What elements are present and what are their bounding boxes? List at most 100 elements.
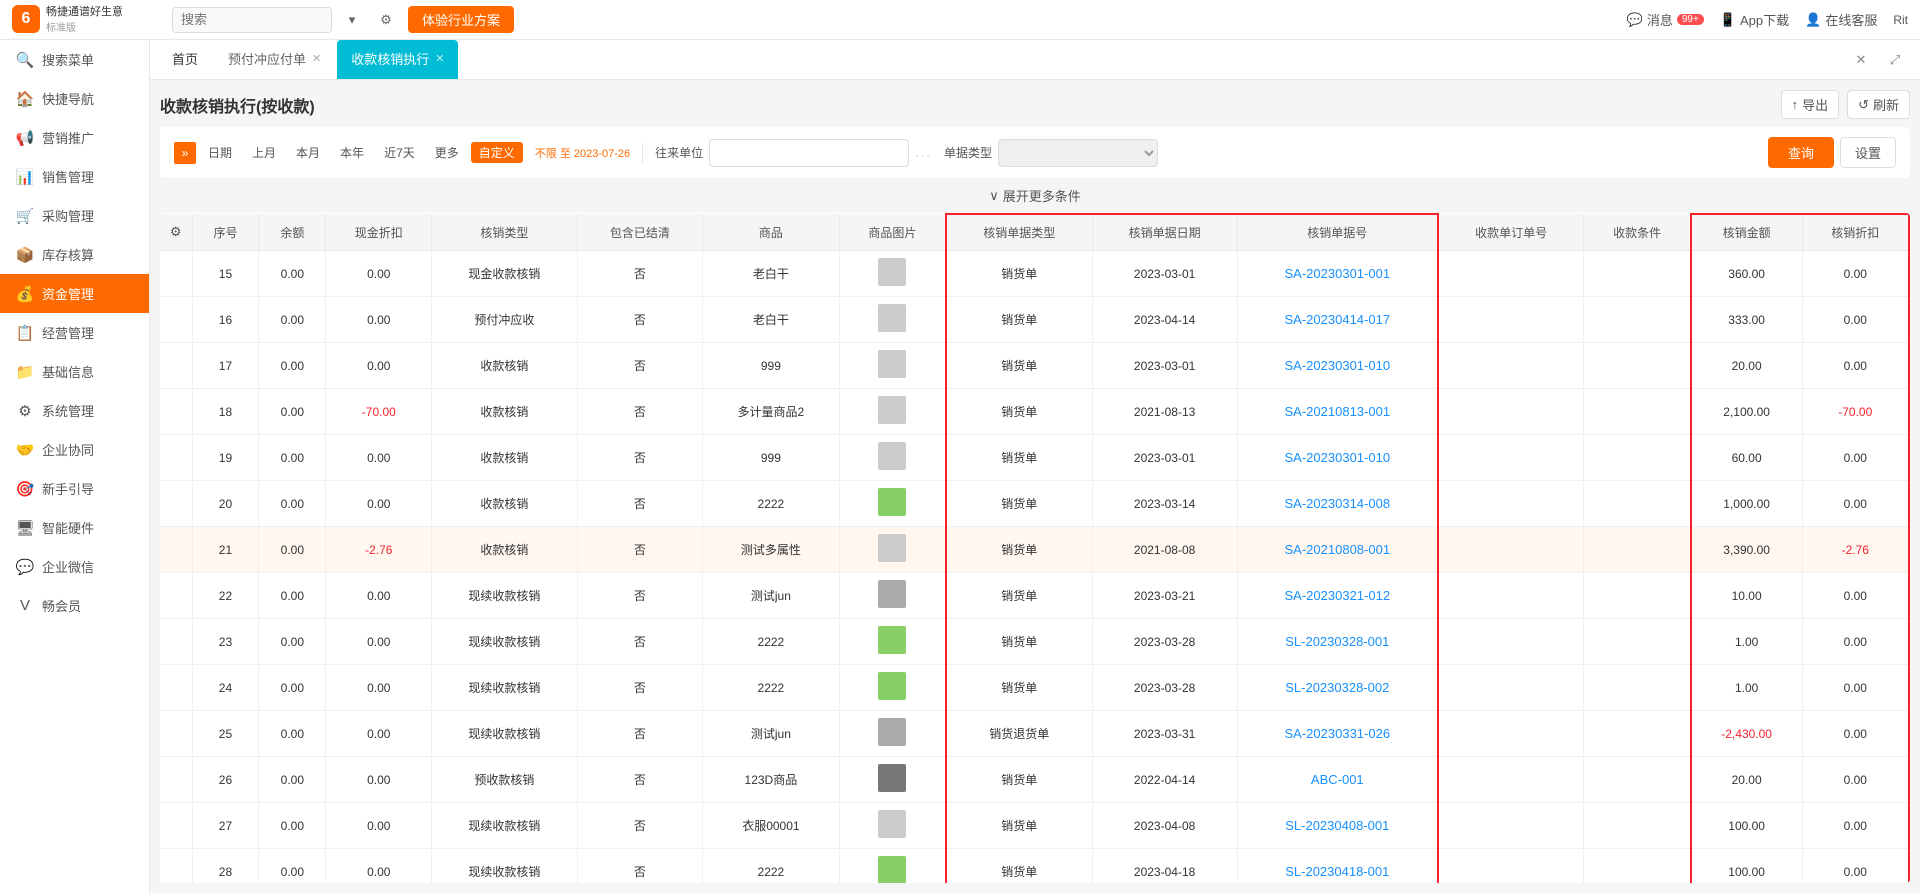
sidebar-item-2[interactable]: 📢营销推广 [0,118,149,157]
online-service-btn[interactable]: 👤 在线客服 [1805,10,1877,29]
tab-prepay-close[interactable]: ✕ [312,52,321,65]
bill-no-link[interactable]: SA-20210813-001 [1285,404,1391,419]
table-row[interactable]: 20 0.00 0.00 收款核销 否 2222 销货单 2023-03-14 … [160,481,1909,527]
tab-writeoff-close[interactable]: ✕ [435,52,444,65]
sidebar-item-14[interactable]: V畅会员 [0,586,149,625]
date-btn-this-year[interactable]: 本年 [332,142,372,163]
app-download-btn[interactable]: 📱 App下载 [1720,10,1789,29]
sidebar-item-9[interactable]: ⚙系统管理 [0,391,149,430]
bill-no-link[interactable]: SA-20230301-010 [1285,450,1391,465]
cell-writeoff-type: 现续收款核销 [432,711,577,757]
query-btn[interactable]: 查询 [1768,137,1834,168]
sidebar-label-12: 智能硬件 [42,518,94,537]
tab-maximize[interactable]: ⤢ [1882,47,1908,73]
th-goods: 商品 [703,214,840,251]
bill-no-link[interactable]: SA-20230314-008 [1285,496,1391,511]
bill-no-link[interactable]: SA-20230301-001 [1285,266,1391,281]
cell-wo-amount: 1,000.00 [1691,481,1802,527]
top-search-input[interactable] [172,7,332,33]
tab-home[interactable]: 首页 [158,40,212,79]
cell-wo-bill-type: 销货单 [946,389,1092,435]
settings-icon[interactable]: ⚙ [372,6,400,34]
expand-conditions-btn[interactable]: ∨ 展开更多条件 [989,186,1081,205]
bill-no-link[interactable]: SA-20210808-001 [1285,542,1391,557]
table-row[interactable]: 23 0.00 0.00 现续收款核销 否 2222 销货单 2023-03-2… [160,619,1909,665]
sidebar-item-13[interactable]: 💬企业微信 [0,547,149,586]
tab-close-window[interactable]: ✕ [1848,47,1874,73]
bill-no-link[interactable]: SA-20230331-026 [1285,726,1391,741]
tab-prepay[interactable]: 预付冲应付单 ✕ [214,40,335,79]
cell-wo-discount: 0.00 [1802,757,1909,803]
sidebar-label-0: 搜索菜单 [42,50,94,69]
cell-included-cleared: 否 [577,803,703,849]
partner-input[interactable] [709,139,909,167]
sidebar-item-7[interactable]: 📋经营管理 [0,313,149,352]
table-row[interactable]: 16 0.00 0.00 预付冲应收 否 老白干 销货单 2023-04-14 … [160,297,1909,343]
cell-goods: 123D商品 [703,757,840,803]
table-row[interactable]: 24 0.00 0.00 现续收款核销 否 2222 销货单 2023-03-2… [160,665,1909,711]
date-btn-custom[interactable]: 自定义 [471,142,523,163]
bill-no-link[interactable]: ABC-001 [1311,772,1364,787]
industry-btn[interactable]: 体验行业方案 [408,6,514,33]
cell-balance: 0.00 [259,297,326,343]
sidebar-item-0[interactable]: 🔍搜索菜单 [0,40,149,79]
table-row[interactable]: 21 0.00 -2.76 收款核销 否 测试多属性 销货单 2021-08-0… [160,527,1909,573]
tab-writeoff[interactable]: 收款核销执行 ✕ [337,40,458,79]
cell-settings [160,527,192,573]
cell-wo-discount: -70.00 [1802,389,1909,435]
user-name[interactable]: Rit [1893,13,1908,27]
bill-no-link[interactable]: SL-20230328-002 [1285,680,1389,695]
sidebar-item-10[interactable]: 🤝企业协同 [0,430,149,469]
sidebar-item-4[interactable]: 🛒采购管理 [0,196,149,235]
setting-btn[interactable]: 设置 [1840,137,1896,168]
cell-wo-amount: 3,390.00 [1691,527,1802,573]
bill-no-link[interactable]: SL-20230408-001 [1285,818,1389,833]
cell-receipt-cond [1584,251,1691,297]
bill-no-link[interactable]: SL-20230328-001 [1285,634,1389,649]
cell-wo-bill-no: SA-20230321-012 [1237,573,1438,619]
date-btn-this-month[interactable]: 本月 [288,142,328,163]
sidebar-item-11[interactable]: 🎯新手引导 [0,469,149,508]
messages-btn[interactable]: 💬 消息 99+ [1627,10,1704,29]
sidebar-item-8[interactable]: 📁基础信息 [0,352,149,391]
cell-wo-bill-no: SA-20230301-010 [1237,435,1438,481]
table-row[interactable]: 26 0.00 0.00 预收款核销 否 123D商品 销货单 2022-04-… [160,757,1909,803]
sidebar-item-1[interactable]: 🏠快捷导航 [0,79,149,118]
table-row[interactable]: 18 0.00 -70.00 收款核销 否 多计量商品2 销货单 2021-08… [160,389,1909,435]
cell-wo-discount: 0.00 [1802,481,1909,527]
th-receipt-cond: 收款条件 [1584,214,1691,251]
cell-balance: 0.00 [259,711,326,757]
bill-no-link[interactable]: SA-20230321-012 [1285,588,1391,603]
table-header-row: ⚙ 序号 余额 现金折扣 核销类型 包含已结清 商品 商品图片 核销单据类型 核… [160,214,1909,251]
table-row[interactable]: 15 0.00 0.00 现金收款核销 否 老白干 销货单 2023-03-01… [160,251,1909,297]
col-settings[interactable]: ⚙ [160,214,192,251]
date-btn-more[interactable]: 更多 [427,142,467,163]
sidebar-item-5[interactable]: 📦库存核算 [0,235,149,274]
bill-no-link[interactable]: SA-20230414-017 [1285,312,1391,327]
date-btn-7days[interactable]: 近7天 [376,142,423,163]
bill-type-select[interactable] [998,139,1158,167]
dropdown-icon[interactable]: ▾ [340,8,364,32]
sidebar-item-6[interactable]: 💰资金管理 [0,274,149,313]
table-row[interactable]: 25 0.00 0.00 现续收款核销 否 测试jun 销货退货单 2023-0… [160,711,1909,757]
export-btn[interactable]: ↑ 导出 [1781,90,1840,119]
table-row[interactable]: 22 0.00 0.00 现续收款核销 否 测试jun 销货单 2023-03-… [160,573,1909,619]
filter-expand-arrow[interactable]: » [174,142,196,164]
cell-writeoff-type: 现续收款核销 [432,619,577,665]
cell-receipt-cond [1584,573,1691,619]
sidebar-item-12[interactable]: 🖥智能硬件 [0,508,149,547]
cell-balance: 0.00 [259,665,326,711]
bill-no-link[interactable]: SA-20230301-010 [1285,358,1391,373]
refresh-btn[interactable]: ↺ 刷新 [1847,90,1910,119]
bill-no-link[interactable]: SL-20230418-001 [1285,864,1389,879]
cell-cash-discount: -2.76 [326,527,432,573]
cell-goods: 999 [703,343,840,389]
cell-wo-bill-date: 2023-03-01 [1092,251,1237,297]
sidebar-item-3[interactable]: 📊销售管理 [0,157,149,196]
table-row[interactable]: 27 0.00 0.00 现续收款核销 否 衣服00001 销货单 2023-0… [160,803,1909,849]
date-btn-last-month[interactable]: 上月 [244,142,284,163]
cell-receipt-cond [1584,849,1691,884]
table-row[interactable]: 28 0.00 0.00 现续收款核销 否 2222 销货单 2023-04-1… [160,849,1909,884]
table-row[interactable]: 17 0.00 0.00 收款核销 否 999 销货单 2023-03-01 S… [160,343,1909,389]
table-row[interactable]: 19 0.00 0.00 收款核销 否 999 销货单 2023-03-01 S… [160,435,1909,481]
